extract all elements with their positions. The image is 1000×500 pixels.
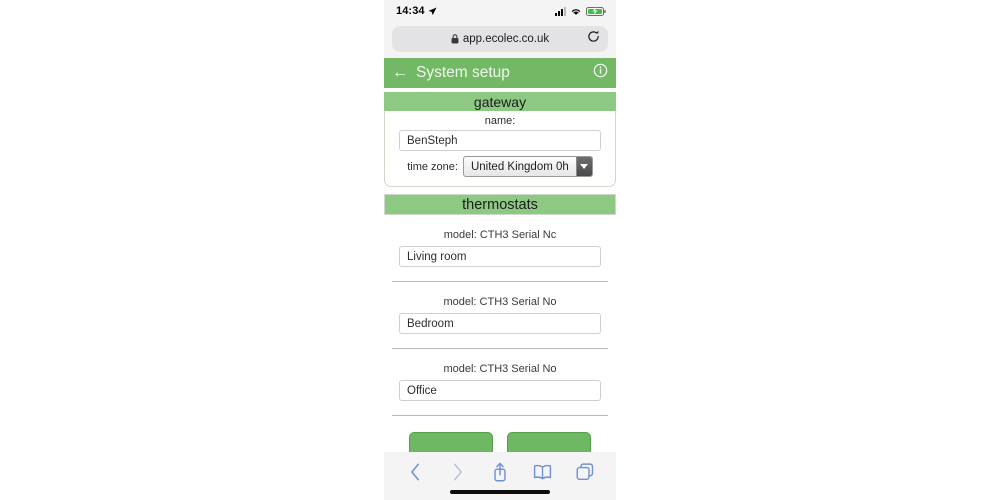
thermostats-section-header: thermostats [384, 194, 616, 215]
ios-status-bar: 14:34 [384, 0, 616, 22]
chevron-left-icon[interactable] [401, 458, 429, 486]
info-circle-icon[interactable] [593, 63, 608, 83]
address-bar[interactable]: app.ecolec.co.uk [392, 26, 608, 52]
gateway-timezone-label: time zone: [407, 160, 458, 173]
gateway-name-input[interactable] [399, 130, 601, 151]
thermostat-name-input[interactable] [399, 313, 601, 334]
thermostats-section-title: thermostats [462, 196, 538, 213]
thermostat-model-label: model: CTH3 Serial Nc [443, 229, 557, 241]
gateway-card: name: time zone: United Kingdom 0h [384, 111, 616, 187]
gateway-section-header: gateway [384, 92, 616, 111]
gateway-name-row: name: [385, 111, 615, 127]
wifi-icon [571, 8, 581, 15]
gateway-section-title: gateway [473, 93, 527, 110]
thermostat-item: model: CTH3 Serial No [384, 282, 616, 349]
thermostat-name-input[interactable] [399, 380, 601, 401]
location-arrow-icon [428, 7, 437, 15]
gateway-section: gateway name: time zone: United Kingdom … [384, 92, 616, 187]
url-text: app.ecolec.co.uk [462, 33, 550, 45]
thermostat-item: model: CTH3 Serial Nc [384, 215, 616, 282]
thermostat-item: model: CTH3 Serial No [384, 349, 616, 416]
status-bar-left: 14:34 [396, 5, 437, 17]
back-arrow-icon[interactable]: ← [392, 65, 408, 81]
share-icon[interactable] [486, 458, 514, 486]
safari-urlbar-container: app.ecolec.co.uk [384, 22, 616, 58]
book-icon[interactable] [528, 458, 556, 486]
reload-icon[interactable] [587, 30, 600, 48]
page-content: gateway name: time zone: United Kingdom … [384, 88, 616, 484]
battery-charging-icon [586, 6, 606, 16]
thermostat-model-label: model: CTH3 Serial No [443, 363, 557, 375]
page-title: System setup [416, 64, 510, 81]
charging-bolt-icon [592, 7, 598, 15]
status-bar-right [555, 6, 606, 16]
thermostats-section: thermostats model: CTH3 Serial Nc model:… [384, 194, 616, 458]
timezone-select[interactable]: United Kingdom 0h [462, 156, 593, 177]
thermostat-name-input[interactable] [399, 246, 601, 267]
phone-viewport: 14:34 app.ecolec.co.uk ← System setup ga… [384, 0, 616, 500]
status-time: 14:34 [396, 5, 425, 17]
lock-icon [451, 34, 459, 44]
timezone-select-value: United Kingdom 0h [470, 160, 569, 173]
gateway-timezone-row: time zone: United Kingdom 0h [385, 151, 615, 179]
safari-toolbar [384, 452, 616, 500]
cellular-signal-icon [555, 6, 566, 16]
tabs-icon[interactable] [571, 458, 599, 486]
thermostat-model-label: model: CTH3 Serial No [443, 296, 557, 308]
screenshot-canvas: 14:34 app.ecolec.co.uk ← System setup ga… [0, 0, 1000, 500]
chevron-right-icon [444, 458, 472, 486]
chevron-down-icon[interactable] [575, 157, 592, 176]
gateway-name-label: name: [484, 115, 516, 127]
divider [392, 415, 608, 416]
address-bar-content: app.ecolec.co.uk [400, 33, 600, 45]
home-indicator [450, 490, 550, 494]
app-header: ← System setup [384, 58, 616, 88]
